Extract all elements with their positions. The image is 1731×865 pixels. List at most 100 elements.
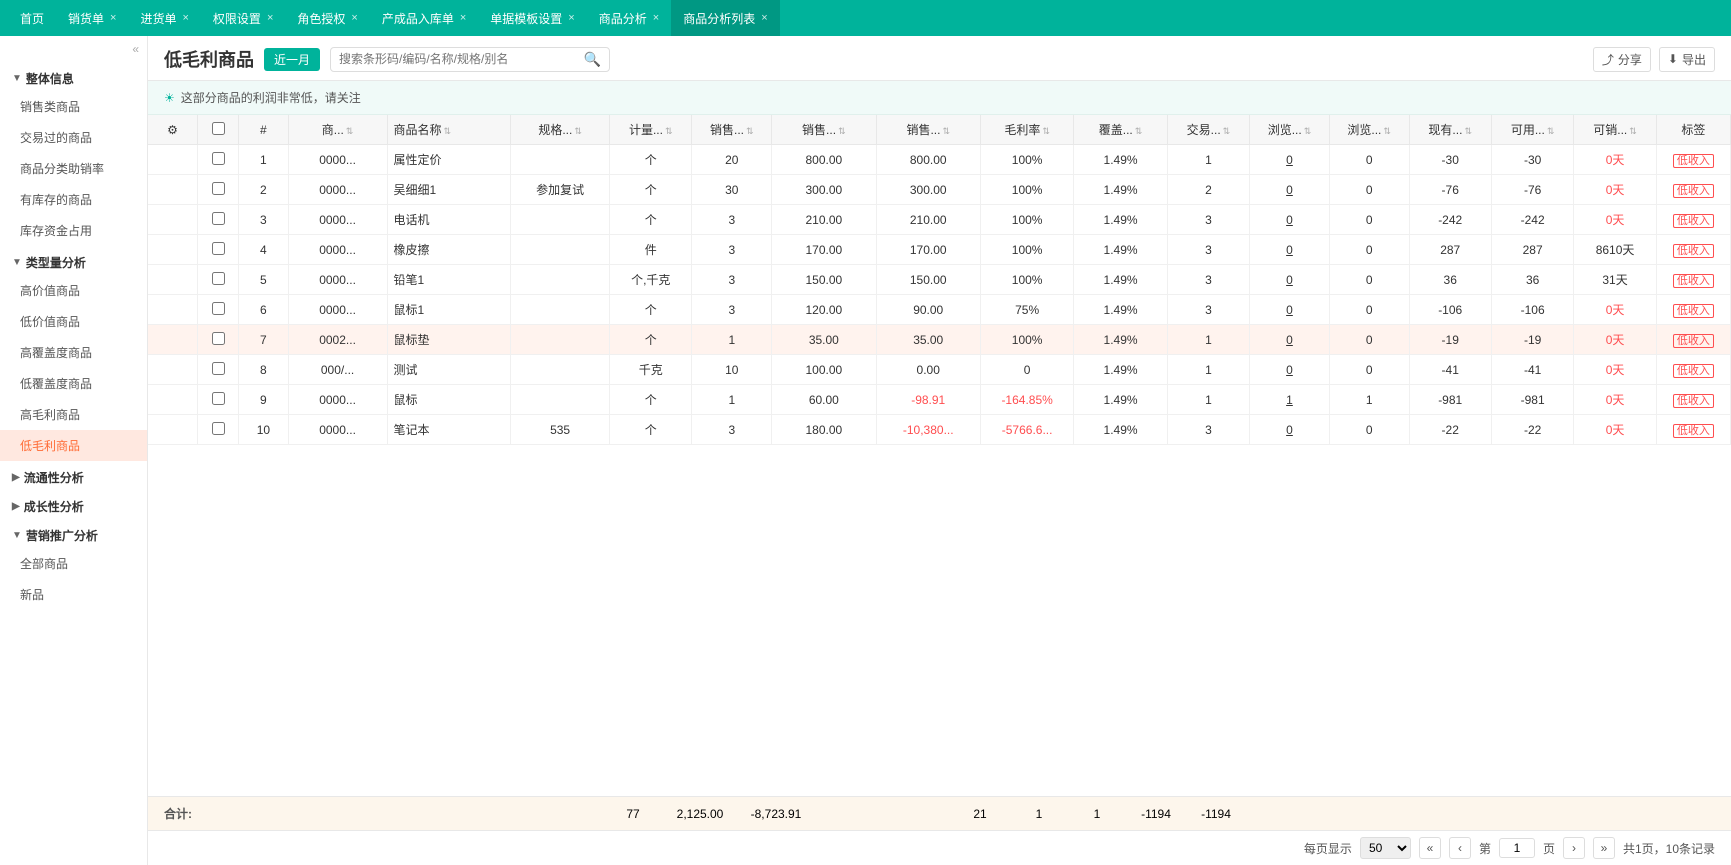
row-check[interactable] — [197, 145, 238, 175]
nav-product-close[interactable]: × — [460, 12, 466, 24]
col-header-view2[interactable]: 浏览...⇅ — [1329, 115, 1409, 145]
col-header-check[interactable] — [197, 115, 238, 145]
col-header-sellable[interactable]: 可销...⇅ — [1574, 115, 1656, 145]
nav-role[interactable]: 角色授权× — [285, 0, 369, 36]
nav-product[interactable]: 产成品入库单× — [370, 0, 478, 36]
row-check[interactable] — [197, 295, 238, 325]
nav-product-analysis-close[interactable]: × — [653, 12, 659, 24]
page-prev[interactable]: ‹ — [1449, 837, 1471, 859]
notice-text: 这部分商品的利润非常低，请关注 — [181, 89, 361, 106]
col-header-view1[interactable]: 浏览...⇅ — [1250, 115, 1330, 145]
nav-home[interactable]: 首页 — [8, 0, 56, 36]
search-input[interactable] — [339, 52, 584, 66]
sidebar-item-low-coverage[interactable]: 低覆盖度商品 — [0, 368, 147, 399]
row-view1[interactable]: 0 — [1250, 235, 1330, 265]
nav-purchase-close[interactable]: × — [182, 12, 188, 24]
col-header-sales[interactable]: 销售...⇅ — [876, 115, 980, 145]
col-header-unit[interactable]: 计量...⇅ — [610, 115, 692, 145]
nav-permissions-close[interactable]: × — [267, 12, 273, 24]
sidebar-group-type[interactable]: ▼ 类型量分析 — [0, 246, 147, 275]
period-button[interactable]: 近一月 — [264, 48, 320, 71]
row-check[interactable] — [197, 385, 238, 415]
sidebar-item-stock-capital[interactable]: 库存资金占用 — [0, 215, 147, 246]
row-view2: 0 — [1329, 325, 1409, 355]
row-unit: 个 — [610, 295, 692, 325]
nav-role-close[interactable]: × — [351, 12, 357, 24]
sidebar-item-traded-goods[interactable]: 交易过的商品 — [0, 122, 147, 153]
sidebar-item-category-rate[interactable]: 商品分类助销率 — [0, 153, 147, 184]
page-input[interactable] — [1499, 838, 1535, 858]
col-header-spec[interactable]: 规格...⇅ — [511, 115, 610, 145]
row-view1[interactable]: 0 — [1250, 175, 1330, 205]
sidebar-group-overall[interactable]: ▼ 整体信息 — [0, 62, 147, 91]
row-check[interactable] — [197, 325, 238, 355]
page-next[interactable]: › — [1563, 837, 1585, 859]
col-header-margin[interactable]: 毛利率⇅ — [980, 115, 1073, 145]
row-available: -19 — [1491, 325, 1573, 355]
row-check[interactable] — [197, 415, 238, 445]
row-view1[interactable]: 0 — [1250, 265, 1330, 295]
nav-product-analysis[interactable]: 商品分析× — [587, 0, 671, 36]
col-header-current[interactable]: 现有...⇅ — [1409, 115, 1491, 145]
row-view2: 0 — [1329, 145, 1409, 175]
nav-template[interactable]: 单据模板设置× — [478, 0, 586, 36]
row-check[interactable] — [197, 265, 238, 295]
share-button[interactable]: ⤴ 分享 — [1593, 47, 1651, 72]
sidebar-group-circulation[interactable]: ▶ 流通性分析 — [0, 461, 147, 490]
search-icon[interactable]: 🔍 — [584, 51, 601, 68]
nav-purchase[interactable]: 进货单× — [128, 0, 200, 36]
row-sales-amount: -10,380... — [876, 415, 980, 445]
sidebar-item-high-margin[interactable]: 高毛利商品 — [0, 399, 147, 430]
sidebar-item-stocked-goods[interactable]: 有库存的商品 — [0, 184, 147, 215]
row-view1[interactable]: 1 — [1250, 385, 1330, 415]
row-view1[interactable]: 0 — [1250, 145, 1330, 175]
page-next-next[interactable]: » — [1593, 837, 1615, 859]
row-margin-pct: -164.85% — [980, 385, 1073, 415]
col-header-code[interactable]: 商...⇅ — [288, 115, 387, 145]
sidebar-group-marketing[interactable]: ▼ 营销推广分析 — [0, 519, 147, 548]
table-wrapper[interactable]: ⚙ # 商...⇅ 商品名称⇅ 规格...⇅ 计量...⇅ 销售...⇅ 销售.… — [148, 115, 1731, 796]
page-prev-prev[interactable]: « — [1419, 837, 1441, 859]
row-view1[interactable]: 0 — [1250, 205, 1330, 235]
row-view1[interactable]: 0 — [1250, 325, 1330, 355]
row-name: 鼠标1 — [387, 295, 511, 325]
nav-permissions[interactable]: 权限设置× — [201, 0, 285, 36]
sidebar-item-low-margin[interactable]: 低毛利商品 — [0, 430, 147, 461]
col-header-price[interactable]: 销售...⇅ — [772, 115, 876, 145]
row-view1[interactable]: 0 — [1250, 415, 1330, 445]
row-unit: 个 — [610, 205, 692, 235]
row-code: 0000... — [288, 415, 387, 445]
sidebar-item-low-value[interactable]: 低价值商品 — [0, 306, 147, 337]
col-header-qty[interactable]: 销售...⇅ — [692, 115, 772, 145]
row-view1[interactable]: 0 — [1250, 295, 1330, 325]
row-margin-rate: 1.49% — [1074, 295, 1167, 325]
sidebar-item-new-goods[interactable]: 新品 — [0, 579, 147, 610]
col-header-available[interactable]: 可用...⇅ — [1491, 115, 1573, 145]
sidebar-collapse-btn[interactable]: « — [130, 40, 141, 58]
col-header-name[interactable]: 商品名称⇅ — [387, 115, 511, 145]
nav-sales[interactable]: 销货单× — [56, 0, 128, 36]
nav-product-analysis-list-close[interactable]: × — [761, 12, 767, 24]
row-cover: 1 — [1167, 325, 1249, 355]
row-check[interactable] — [197, 235, 238, 265]
row-check[interactable] — [197, 205, 238, 235]
nav-template-close[interactable]: × — [568, 12, 574, 24]
col-header-settings[interactable]: ⚙ — [148, 115, 197, 145]
col-header-trade[interactable]: 交易...⇅ — [1167, 115, 1249, 145]
col-header-cover[interactable]: 覆盖...⇅ — [1074, 115, 1167, 145]
select-all-checkbox[interactable] — [212, 122, 225, 135]
sidebar-item-high-coverage[interactable]: 高覆盖度商品 — [0, 337, 147, 368]
sidebar-item-all-goods[interactable]: 全部商品 — [0, 548, 147, 579]
sidebar-group-growth[interactable]: ▶ 成长性分析 — [0, 490, 147, 519]
row-qty: 3 — [692, 205, 772, 235]
row-check[interactable] — [197, 175, 238, 205]
nav-sales-close[interactable]: × — [110, 12, 116, 24]
row-view1[interactable]: 0 — [1250, 355, 1330, 385]
sidebar-item-sales-goods[interactable]: 销售类商品 — [0, 91, 147, 122]
sidebar-item-high-value[interactable]: 高价值商品 — [0, 275, 147, 306]
nav-product-analysis-list[interactable]: 商品分析列表× — [671, 0, 779, 36]
summary-available: -1194 — [1186, 807, 1246, 821]
export-button[interactable]: ⬇ 导出 — [1659, 47, 1715, 72]
per-page-select[interactable]: 50 100 200 — [1360, 837, 1411, 859]
row-check[interactable] — [197, 355, 238, 385]
